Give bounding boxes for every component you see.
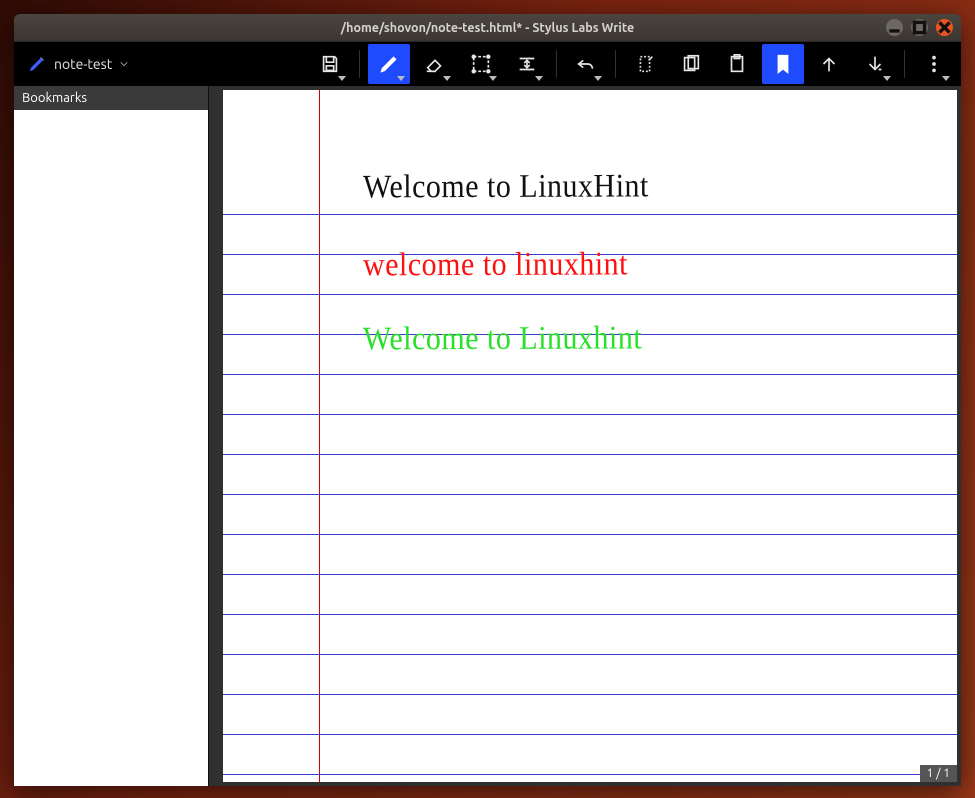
kebab-icon [923,53,945,75]
bookmarks-panel-title: Bookmarks [14,86,208,110]
save-button[interactable] [309,44,351,84]
ruled-line [223,414,957,415]
page-indicator: 1 / 1 [920,765,957,782]
bookmark-button[interactable] [762,44,804,84]
next-page-button[interactable] [854,44,896,84]
arrow-down-icon [864,53,886,75]
chevron-down-icon [120,60,128,68]
close-icon [936,19,953,36]
overflow-menu-button[interactable] [913,44,955,84]
ruled-line [223,494,957,495]
separator [615,50,616,78]
window-controls [886,19,953,36]
select-tool-button[interactable] [460,44,502,84]
app-window: /home/shovon/note-test.html* - Stylus La… [14,14,961,786]
ruled-line [223,294,957,295]
eraser-tool-button[interactable] [414,44,456,84]
arrow-up-icon [818,53,840,75]
bookmark-icon [772,53,794,75]
ruled-line [223,374,957,375]
handwriting-red: welcome to linuxhint [363,246,628,284]
cut-icon [634,53,656,75]
ruled-line [223,214,957,215]
bookmarks-list[interactable] [14,110,208,786]
pen-icon [28,53,48,76]
close-button[interactable] [936,19,953,36]
minimize-button[interactable] [886,19,903,36]
clipboard-icon [726,53,748,75]
ruled-line [223,614,957,615]
handwriting-black: Welcome to LinuxHint [363,168,649,206]
ruled-line [223,654,957,655]
undo-button[interactable] [565,44,607,84]
document-tab[interactable]: note-test [20,49,136,80]
eraser-icon [424,53,446,75]
save-icon [319,53,341,75]
ruled-line [223,774,957,775]
paste-button[interactable] [716,44,758,84]
maximize-button[interactable] [911,19,928,36]
insert-space-icon [516,53,538,75]
ruled-line [223,574,957,575]
minimize-icon [886,19,903,36]
maximize-icon [911,19,928,36]
copy-icon [680,53,702,75]
pencil-icon [378,53,400,75]
margin-line [319,90,320,782]
window-title: /home/shovon/note-test.html* - Stylus La… [14,21,961,35]
ruled-line [223,454,957,455]
ruled-line [223,734,957,735]
panel-resize-handle[interactable] [209,86,217,786]
ruled-line [223,534,957,535]
canvas-viewport: Welcome to LinuxHint welcome to linuxhint… [217,86,961,786]
undo-icon [575,53,597,75]
main-area: Bookmarks Welcome to LinuxHint welcome to… [14,86,961,786]
separator [556,50,557,78]
copy-button[interactable] [670,44,712,84]
bookmarks-panel: Bookmarks [14,86,209,786]
insert-space-button[interactable] [506,44,548,84]
titlebar: /home/shovon/note-test.html* - Stylus La… [14,14,961,42]
document-canvas[interactable]: Welcome to LinuxHint welcome to linuxhint… [223,90,957,782]
select-icon [470,53,492,75]
separator [359,50,360,78]
separator [904,50,905,78]
handwriting-green: Welcome to Linuxhint [363,320,642,358]
document-name: note-test [54,56,112,72]
toolbar: note-test [14,42,961,86]
draw-tool-button[interactable] [368,44,410,84]
prev-page-button[interactable] [808,44,850,84]
cut-button[interactable] [624,44,666,84]
ruled-line [223,694,957,695]
